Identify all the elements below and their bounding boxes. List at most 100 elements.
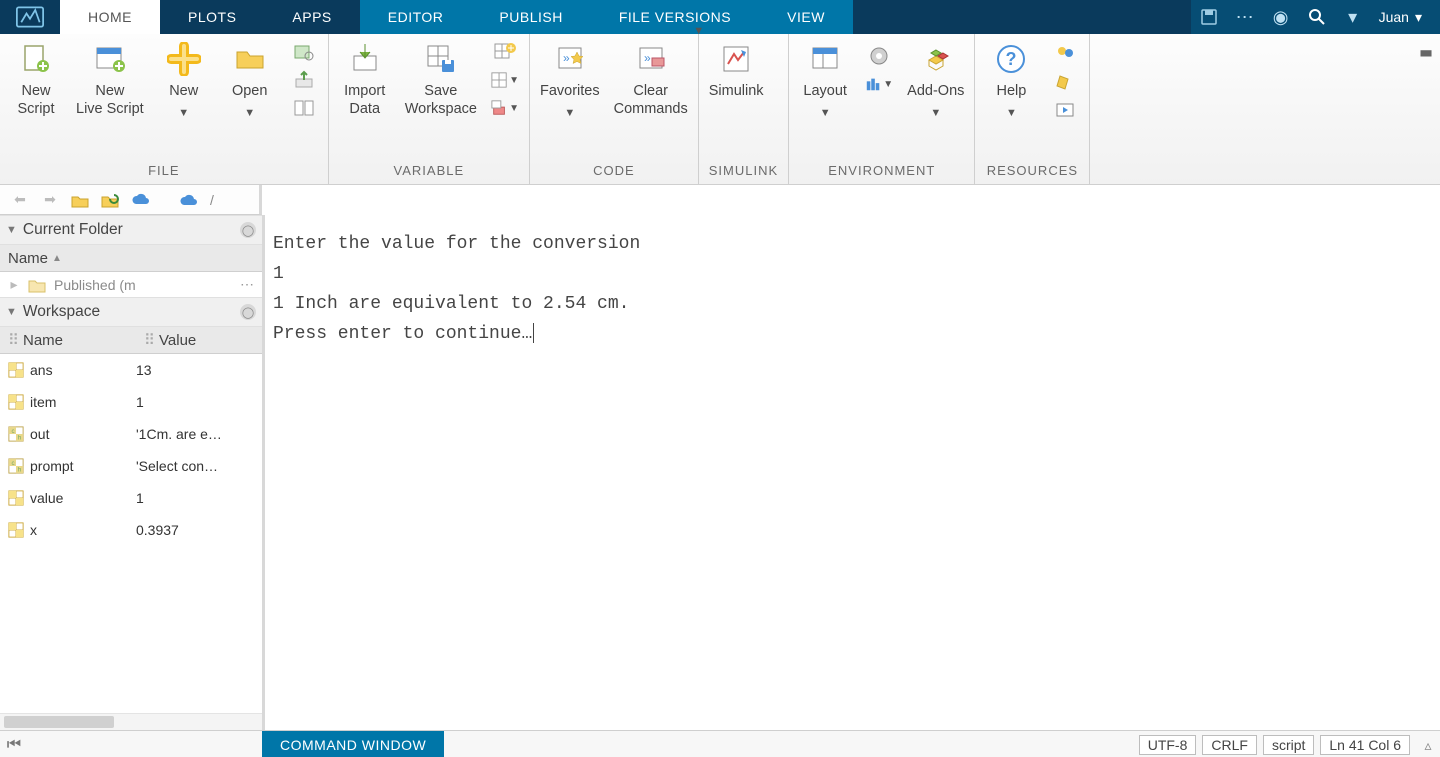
ribbon-group-simulink-label: SIMULINK (709, 161, 778, 182)
workspace-row[interactable]: chprompt'Select con… (0, 450, 262, 482)
search-dropdown-icon[interactable]: ▾ (1335, 0, 1371, 34)
ws-var-name: x (30, 522, 37, 538)
ws-col-name[interactable]: ⠿Name (0, 331, 136, 349)
tab-publish[interactable]: PUBLISH (471, 0, 590, 34)
ws-var-value: 1 (128, 490, 262, 506)
panel-menu-icon[interactable]: ◯ (240, 222, 256, 238)
find-files-icon[interactable] (290, 40, 318, 64)
refresh-folder-icon[interactable] (98, 188, 122, 212)
status-eol[interactable]: CRLF (1202, 735, 1257, 755)
command-window[interactable]: Enter the value for the conversion 1 1 I… (265, 215, 1440, 730)
ribbon-group-variable-label: VARIABLE (339, 161, 519, 182)
addons-button[interactable]: Add-Ons ▼ (907, 40, 964, 122)
tab-plots[interactable]: PLOTS (160, 0, 264, 34)
workspace-row[interactable]: item1 (0, 386, 262, 418)
char-var-icon: ch (8, 426, 24, 442)
cf-col-name[interactable]: Name▲ (0, 250, 70, 267)
chevron-down-icon: ▾ (1415, 9, 1422, 26)
ws-var-value: 1 (128, 394, 262, 410)
ws-col-value[interactable]: ⠿Value (136, 331, 204, 349)
clear-commands-button[interactable]: » Clear Commands▼ (614, 40, 688, 118)
status-encoding[interactable]: UTF-8 (1139, 735, 1197, 755)
ws-var-value: 13 (128, 362, 262, 378)
upload-icon[interactable] (290, 68, 318, 92)
svg-text:h: h (18, 466, 22, 473)
new-button[interactable]: New▼ (158, 40, 210, 122)
workspace-header[interactable]: ▼ Workspace ◯ (0, 297, 262, 327)
user-menu[interactable]: Juan ▾ (1371, 9, 1440, 26)
chevron-down-icon: ▼ (693, 22, 704, 40)
tab-editor[interactable]: EDITOR (360, 0, 472, 34)
target-icon[interactable]: ◉ (1263, 0, 1299, 34)
workspace-body: ans13item1chout'1Cm. are e…chprompt'Sele… (0, 354, 262, 713)
ribbon-group-code: » Favorites▼ » Clear Commands▼ CODE (530, 34, 699, 184)
user-name: Juan (1379, 9, 1409, 25)
workspace-row[interactable]: x 0.3937 (0, 514, 262, 546)
workspace-columns: ⠿Name ⠿Value (0, 327, 262, 354)
save-workspace-label: Save Workspace (405, 82, 477, 118)
tab-apps[interactable]: APPS (264, 0, 359, 34)
layout-button[interactable]: Layout▼ (799, 40, 851, 122)
open-button[interactable]: Open▼ (224, 40, 276, 122)
new-script-button[interactable]: New Script (10, 40, 62, 118)
compare-icon[interactable] (290, 96, 318, 120)
current-folder-header[interactable]: ▼ Current Folder ◯ (0, 215, 262, 245)
clear-workspace-icon[interactable]: ▼ (491, 96, 519, 120)
collapse-icon: ▼ (6, 306, 17, 318)
collapse-icon: ▼ (6, 224, 17, 236)
tab-view[interactable]: VIEW (759, 0, 853, 34)
file-mini-buttons (290, 40, 318, 120)
simulink-button[interactable]: Simulink (709, 40, 764, 100)
more-icon[interactable]: ⋯ (1227, 0, 1263, 34)
import-data-button[interactable]: Import Data (339, 40, 391, 118)
main-tabstrip: HOME PLOTS APPS EDITOR PUBLISH FILE VERS… (0, 0, 1440, 34)
import-data-icon (346, 40, 384, 78)
new-variable-icon[interactable] (491, 40, 519, 64)
go-to-start-icon[interactable]: ⏮ (0, 736, 28, 754)
ws-var-value: 0.3937 (128, 522, 262, 538)
minimize-ribbon-icon[interactable]: ▃ (1412, 34, 1440, 184)
quick-access-toolbar: ⋯ ◉ ▾ Juan ▾ (1191, 0, 1440, 34)
forward-icon[interactable]: ➡ (38, 188, 62, 212)
ws-var-name: out (30, 426, 49, 442)
help-icon: ? (992, 40, 1030, 78)
chevron-down-icon: ▼ (930, 104, 941, 122)
cloud-icon[interactable] (176, 188, 200, 212)
request-support-icon[interactable] (1051, 70, 1079, 94)
simulink-label: Simulink (709, 82, 764, 100)
set-path-icon[interactable]: ▼ (865, 72, 893, 96)
tab-file-versions[interactable]: FILE VERSIONS (591, 0, 759, 34)
favorites-button[interactable]: » Favorites▼ (540, 40, 600, 122)
up-folder-icon[interactable] (68, 188, 92, 212)
more-icon[interactable]: ⋯ (240, 276, 254, 293)
help-button[interactable]: ? Help▼ (985, 40, 1037, 122)
search-icon[interactable] (1299, 0, 1335, 34)
cloud-folder-icon[interactable] (128, 188, 152, 212)
new-live-script-button[interactable]: New Live Script (76, 40, 144, 118)
restore-layout-icon[interactable]: ▵ (1416, 737, 1440, 754)
horizontal-scrollbar[interactable] (0, 713, 262, 730)
expand-icon: ▸ (8, 276, 20, 293)
preferences-gear-icon[interactable] (865, 44, 893, 68)
workspace-row[interactable]: ans13 (0, 354, 262, 386)
learn-matlab-icon[interactable] (1051, 98, 1079, 122)
char-var-icon: ch (8, 458, 24, 474)
save-workspace-button[interactable]: Save Workspace (405, 40, 477, 118)
tab-home[interactable]: HOME (60, 0, 160, 34)
workspace-row[interactable]: value1 (0, 482, 262, 514)
community-icon[interactable] (1051, 42, 1079, 66)
current-folder-title: Current Folder (23, 221, 123, 239)
panel-menu-icon[interactable]: ◯ (240, 304, 256, 320)
simulink-icon (717, 40, 755, 78)
status-filetype[interactable]: script (1263, 735, 1314, 755)
cf-item-published[interactable]: ▸ Published (m ⋯ (0, 272, 262, 297)
status-position[interactable]: Ln 41 Col 6 (1320, 735, 1410, 755)
save-icon[interactable] (1191, 0, 1227, 34)
open-variable-icon[interactable]: ▼ (491, 68, 519, 92)
addons-label: Add-Ons (907, 82, 964, 100)
back-icon[interactable]: ⬅ (8, 188, 32, 212)
ribbon-group-environment: Layout▼ ▼ Add-Ons▼ ENVIRONMENT (789, 34, 975, 184)
ribbon-group-resources-label: RESOURCES (985, 161, 1079, 182)
ribbon-group-file: New Script New Live Script New▼ Open▼ FI… (0, 34, 329, 184)
workspace-row[interactable]: chout'1Cm. are e… (0, 418, 262, 450)
